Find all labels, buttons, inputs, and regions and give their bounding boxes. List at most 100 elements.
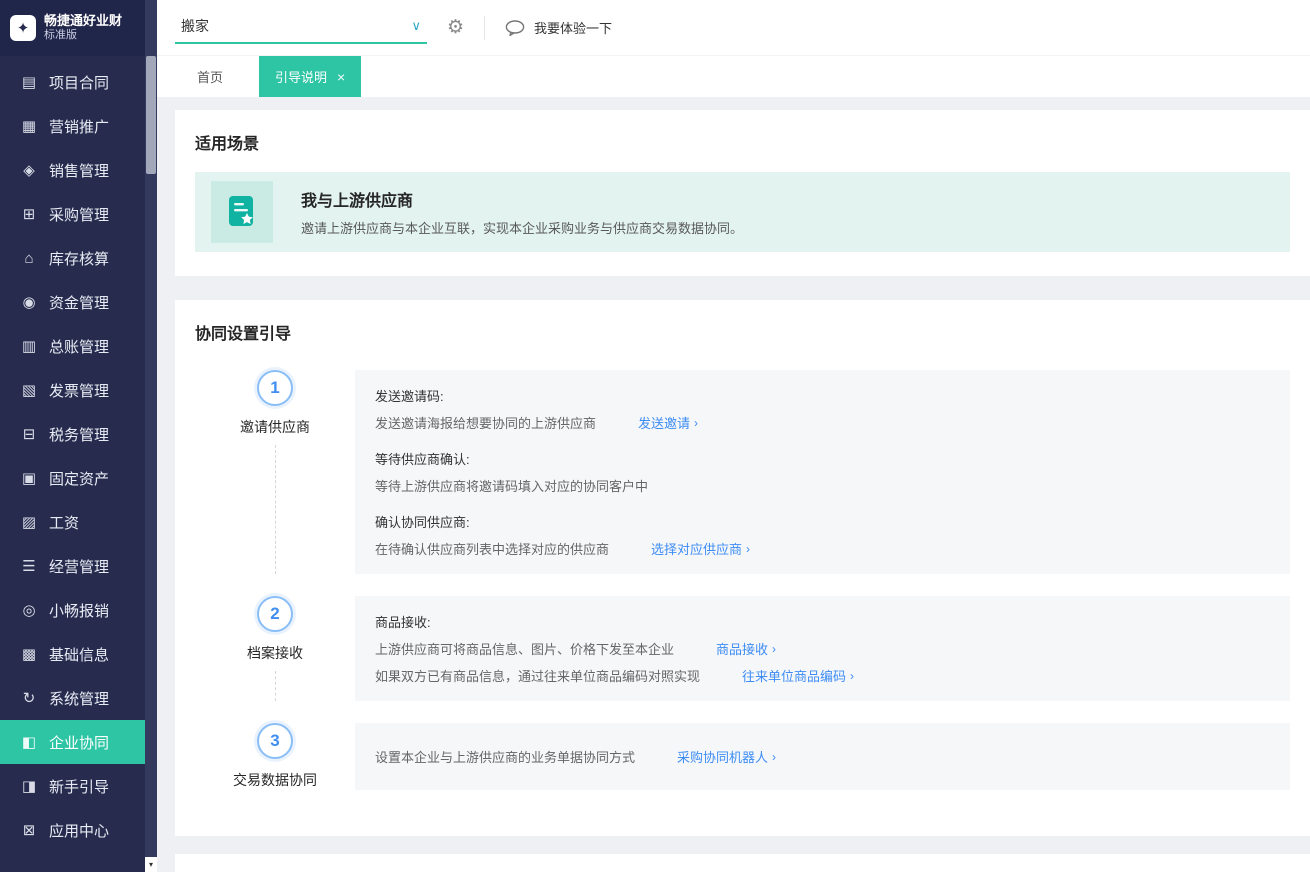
arrow-right-icon: › xyxy=(746,541,751,556)
item-desc: 发送邀请海报给想要协同的上游供应商 xyxy=(375,416,597,431)
scrollbar-thumb[interactable] xyxy=(146,56,156,174)
sidebar-item-label: 系统管理 xyxy=(49,690,110,708)
item-desc: 在待确认供应商列表中选择对应的供应商 xyxy=(375,542,610,557)
scenario-card: 我与上游供应商 邀请上游供应商与本企业互联，实现本企业采购业务与供应商交易数据协… xyxy=(195,172,1290,252)
invite-code-item: 发送邀请码: 发送邀请海报给想要协同的上游供应商 发送邀请 › xyxy=(375,386,1270,432)
app-center-icon: ⊠ xyxy=(22,822,36,839)
goods-code-mapping-link[interactable]: 往来单位商品编码 › xyxy=(742,666,854,685)
sidebar-item-label: 小畅报销 xyxy=(49,602,110,620)
content-area: 适用场景 我与上游供应商 邀请上游供应商与本企业互联，实现本企业采购业务与供应商… xyxy=(157,97,1310,872)
scenario-card-title: 我与上游供应商 xyxy=(301,193,414,210)
procurement-icon: ⊞ xyxy=(22,206,36,223)
link-label: 商品接收 xyxy=(716,642,769,657)
tab-label: 首页 xyxy=(197,70,224,85)
link-label: 采购协同机器人 xyxy=(677,750,769,765)
guide-title: 协同设置引导 xyxy=(195,326,292,343)
sidebar-item-reimbursement[interactable]: ◎ 小畅报销 xyxy=(0,588,145,632)
sidebar-item-project-contract[interactable]: ▤ 项目合同 xyxy=(0,60,145,104)
step-3-label: 交易数据协同 xyxy=(233,772,317,788)
tab-bar: 首页 引导说明 × xyxy=(157,56,1310,97)
sidebar-item-funds[interactable]: ◉ 资金管理 xyxy=(0,280,145,324)
operations-icon: ☰ xyxy=(22,558,36,575)
settings-gear-icon[interactable]: ⚙ xyxy=(447,16,464,39)
marketing-icon: ▦ xyxy=(21,118,37,135)
link-label: 发送邀请 xyxy=(638,416,691,431)
speech-bubble-icon xyxy=(505,19,525,36)
tab-home[interactable]: 首页 xyxy=(175,56,245,97)
step-connector xyxy=(274,445,276,574)
tab-guide[interactable]: 引导说明 × xyxy=(259,56,362,97)
sidebar-scrollbar[interactable]: ▾ xyxy=(145,0,157,872)
assets-icon: ▣ xyxy=(21,470,37,487)
close-icon[interactable]: × xyxy=(337,70,345,84)
step-3-panel: 设置本企业与上游供应商的业务单据协同方式 采购协同机器人 › xyxy=(355,723,1290,790)
sidebar-item-app-center[interactable]: ⊠ 应用中心 xyxy=(0,808,145,852)
link-label: 选择对应供应商 xyxy=(651,542,743,557)
brand-icon: ✦ xyxy=(10,15,36,41)
scenario-title: 适用场景 xyxy=(195,136,260,153)
app-logo: ✦ 畅捷通好业财 标准版 xyxy=(0,0,157,56)
confirm-supplier-item: 确认协同供应商: 在待确认供应商列表中选择对应的供应商 选择对应供应商 › xyxy=(375,512,1270,558)
sidebar-item-label: 税务管理 xyxy=(49,426,110,444)
guide-icon: ◨ xyxy=(21,778,37,795)
section-guide: 协同设置引导 1 邀请供应商 发送邀请码: 发送邀请海报给想要协同的上游供应商 … xyxy=(175,300,1310,836)
sidebar-menu: ▤ 项目合同 ▦ 营销推广 ◈ 销售管理 ⊞ 采购管理 ⌂ 库存核算 ◉ 资金管… xyxy=(0,56,145,852)
warehouse-icon: ⌂ xyxy=(24,249,34,267)
sidebar-item-label: 企业协同 xyxy=(49,734,110,752)
item-desc: 等待上游供应商将邀请码填入对应的协同客户中 xyxy=(375,479,649,494)
sidebar-item-procurement[interactable]: ⊞ 采购管理 xyxy=(0,192,145,236)
sidebar-item-label: 库存核算 xyxy=(49,250,110,268)
purchase-robot-link[interactable]: 采购协同机器人 › xyxy=(677,747,776,766)
sidebar-item-invoice[interactable]: ▧ 发票管理 xyxy=(0,368,145,412)
sidebar-item-fixed-assets[interactable]: ▣ 固定资产 xyxy=(0,456,145,500)
sidebar-item-basic-info[interactable]: ▩ 基础信息 xyxy=(0,632,145,676)
sidebar-item-label: 营销推广 xyxy=(49,118,110,136)
item-heading: 确认协同供应商: xyxy=(375,515,470,530)
step-2-badge: 2 xyxy=(257,596,293,632)
experience-button[interactable]: 我要体验一下 xyxy=(505,18,612,37)
divider xyxy=(484,15,486,40)
sidebar-item-label: 销售管理 xyxy=(49,162,110,180)
supplier-doc-icon xyxy=(211,181,273,243)
caret-down-icon: ▾ xyxy=(148,860,153,869)
sidebar-item-label: 基础信息 xyxy=(49,646,110,664)
arrow-right-icon: › xyxy=(694,415,699,430)
sidebar-item-label: 工资 xyxy=(49,514,80,532)
sidebar-item-inventory[interactable]: ⌂ 库存核算 xyxy=(0,236,145,280)
sales-icon: ◈ xyxy=(23,162,35,179)
item-desc: 上游供应商可将商品信息、图片、价格下发至本企业 xyxy=(375,642,675,657)
sidebar-item-enterprise-collab[interactable]: ◧ 企业协同 xyxy=(0,720,145,764)
sidebar-item-beginner-guide[interactable]: ◨ 新手引导 xyxy=(0,764,145,808)
scrollbar-down-button[interactable]: ▾ xyxy=(145,857,157,872)
step-1-row: 1 邀请供应商 发送邀请码: 发送邀请海报给想要协同的上游供应商 发送邀请 › … xyxy=(195,370,1290,574)
sidebar-item-general-ledger[interactable]: ▥ 总账管理 xyxy=(0,324,145,368)
experience-label: 我要体验一下 xyxy=(534,21,613,36)
system-icon: ↻ xyxy=(22,690,36,707)
chevron-down-icon: ∨ xyxy=(411,18,421,33)
sidebar-item-marketing[interactable]: ▦ 营销推广 xyxy=(0,104,145,148)
search-input[interactable] xyxy=(179,17,383,35)
sidebar-item-operations[interactable]: ☰ 经营管理 xyxy=(0,544,145,588)
reimbursement-icon: ◎ xyxy=(22,602,36,619)
step-1-label: 邀请供应商 xyxy=(240,419,310,435)
item-heading: 商品接收: xyxy=(375,615,431,630)
sidebar-item-tax[interactable]: ⊟ 税务管理 xyxy=(0,412,145,456)
sidebar-item-label: 资金管理 xyxy=(49,294,110,312)
arrow-right-icon: › xyxy=(772,641,777,656)
topbar: ∨ ⚙ 我要体验一下 xyxy=(157,0,1310,56)
send-invite-link[interactable]: 发送邀请 › xyxy=(638,413,698,432)
goods-receive-link[interactable]: 商品接收 › xyxy=(716,639,776,658)
section-scenario: 适用场景 我与上游供应商 邀请上游供应商与本企业互联，实现本企业采购业务与供应商… xyxy=(175,110,1310,276)
step-connector xyxy=(274,671,276,701)
sidebar-item-label: 发票管理 xyxy=(49,382,110,400)
guide-steps: 1 邀请供应商 发送邀请码: 发送邀请海报给想要协同的上游供应商 发送邀请 › … xyxy=(195,370,1290,790)
step-1-panel: 发送邀请码: 发送邀请海报给想要协同的上游供应商 发送邀请 › 等待供应商确认:… xyxy=(355,370,1290,574)
search-select[interactable]: ∨ xyxy=(175,11,427,44)
sidebar-item-payroll[interactable]: ▨ 工资 xyxy=(0,500,145,544)
app-window: ✦ 畅捷通好业财 标准版 ▤ 项目合同 ▦ 营销推广 ◈ 销售管理 ⊞ 采购管理 xyxy=(0,0,1310,872)
sidebar-item-system[interactable]: ↻ 系统管理 xyxy=(0,676,145,720)
select-supplier-link[interactable]: 选择对应供应商 › xyxy=(651,539,750,558)
tax-icon: ⊟ xyxy=(22,426,36,443)
sidebar-item-sales[interactable]: ◈ 销售管理 xyxy=(0,148,145,192)
sidebar: ✦ 畅捷通好业财 标准版 ▤ 项目合同 ▦ 营销推广 ◈ 销售管理 ⊞ 采购管理 xyxy=(0,0,157,872)
